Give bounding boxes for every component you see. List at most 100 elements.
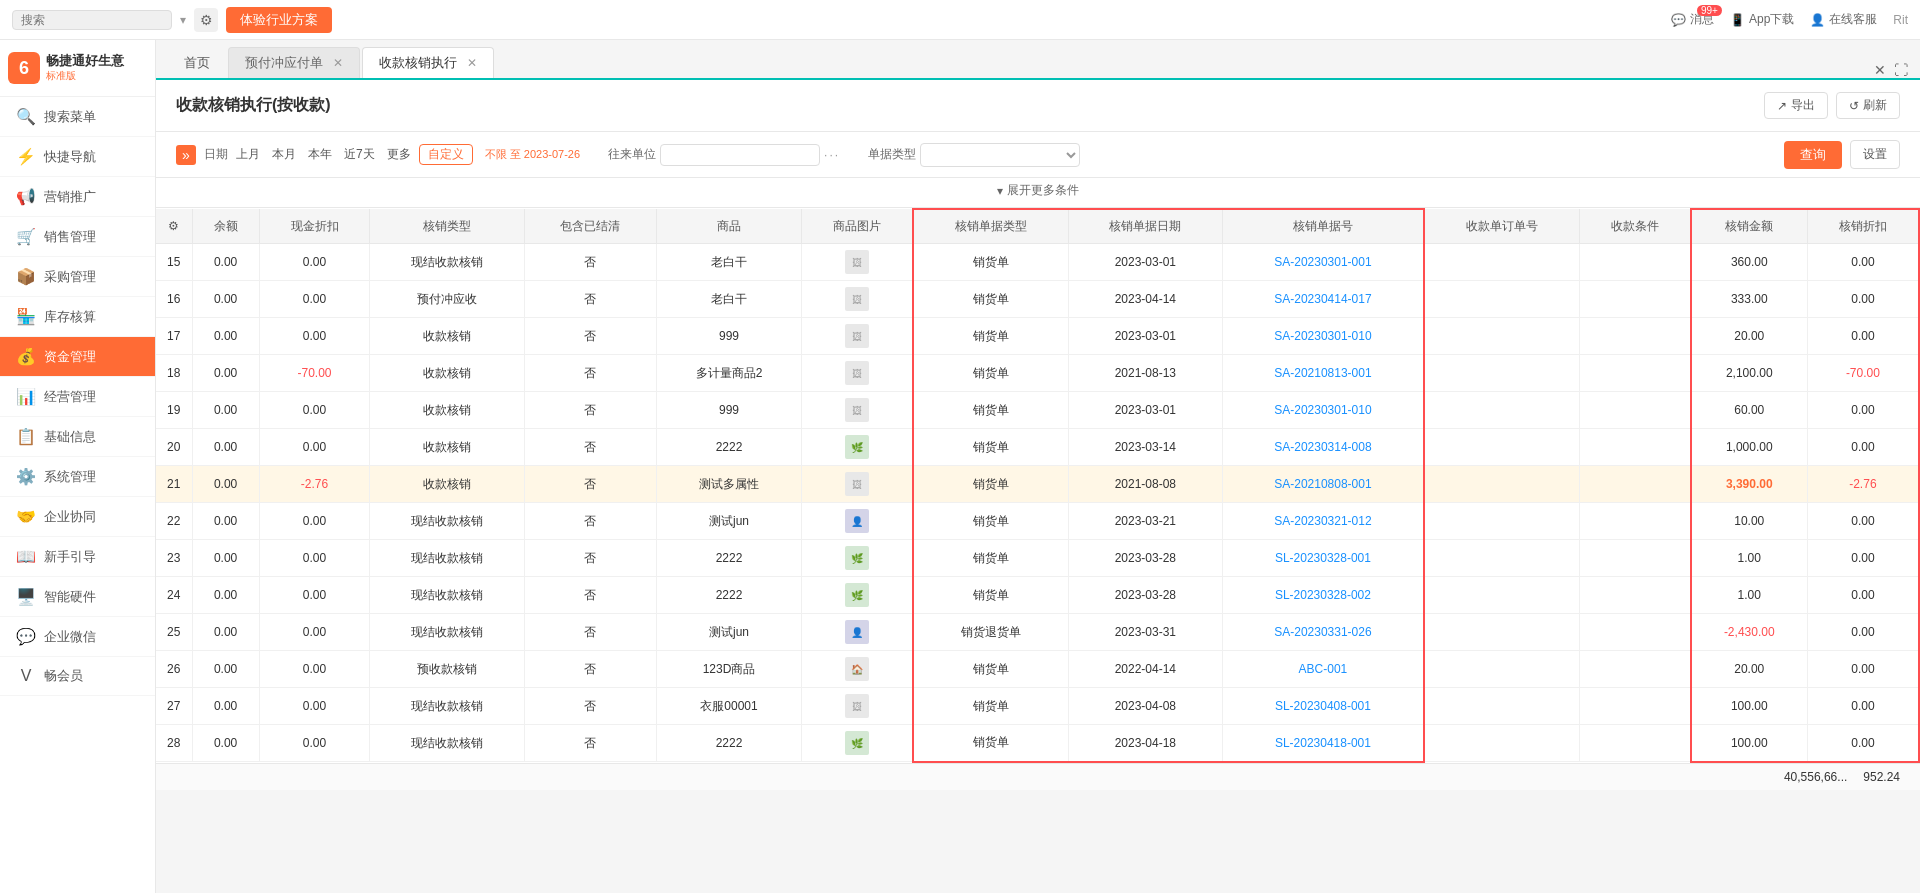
expand-filter-btn[interactable]: ▾ 展开更多条件 — [997, 182, 1079, 199]
writeoff-number-link[interactable]: SL-20230328-002 — [1275, 588, 1371, 602]
writeoff-number-link[interactable]: SA-20230301-010 — [1274, 403, 1371, 417]
online-service-btn[interactable]: 👤 在线客服 — [1810, 11, 1877, 28]
refresh-icon: ↺ — [1849, 99, 1859, 113]
industry-btn[interactable]: 体验行业方案 — [226, 7, 332, 33]
tab-home[interactable]: 首页 — [168, 48, 226, 78]
collab-icon: 🤝 — [16, 507, 36, 526]
cell-receipt-order-no — [1424, 540, 1579, 577]
row-index: 18 — [156, 355, 192, 392]
page-actions: ↗ 导出 ↺ 刷新 — [1764, 92, 1900, 119]
sidebar-item-guide[interactable]: 📖 新手引导 — [0, 537, 155, 577]
row-index: 17 — [156, 318, 192, 355]
sidebar-item-basic[interactable]: 📋 基础信息 — [0, 417, 155, 457]
cell-writeoff-discount: 0.00 — [1807, 540, 1919, 577]
cell-receipt-order-no — [1424, 244, 1579, 281]
sidebar-item-system[interactable]: ⚙️ 系统管理 — [0, 457, 155, 497]
cell-receipt-order-no — [1424, 429, 1579, 466]
settings-btn[interactable]: 设置 — [1850, 140, 1900, 169]
export-btn[interactable]: ↗ 导出 — [1764, 92, 1828, 119]
cell-include-settled: 否 — [524, 577, 657, 614]
date-this-year-btn[interactable]: 本年 — [304, 144, 336, 165]
cell-cash-discount: 0.00 — [259, 540, 370, 577]
cell-writeoff-amount: 1.00 — [1691, 540, 1808, 577]
cell-writeoff-discount: 0.00 — [1807, 614, 1919, 651]
writeoff-number-link[interactable]: SA-20210808-001 — [1274, 477, 1371, 491]
col-settings[interactable]: ⚙ — [156, 209, 192, 244]
cell-receipt-order-no — [1424, 614, 1579, 651]
sidebar-item-marketing[interactable]: 📢 营销推广 — [0, 177, 155, 217]
cell-receipt-condition — [1579, 688, 1691, 725]
sidebar-item-inventory[interactable]: 🏪 库存核算 — [0, 297, 155, 337]
writeoff-number-link[interactable]: SA-20230321-012 — [1274, 514, 1371, 528]
date-7days-btn[interactable]: 近7天 — [340, 144, 379, 165]
maximize-icon[interactable]: ⛶ — [1894, 62, 1908, 78]
writeoff-number-link[interactable]: SA-20230301-010 — [1274, 329, 1371, 343]
sidebar-item-operation[interactable]: 📊 经营管理 — [0, 377, 155, 417]
voucher-type-select[interactable] — [920, 143, 1080, 167]
date-last-month-btn[interactable]: 上月 — [232, 144, 264, 165]
query-btn[interactable]: 查询 — [1784, 141, 1842, 169]
sidebar-item-finance[interactable]: 💰 资金管理 — [0, 337, 155, 377]
cell-product-img: 🖼 — [801, 281, 913, 318]
cell-writeoff-amount: 100.00 — [1691, 688, 1808, 725]
sidebar-item-collab[interactable]: 🤝 企业协同 — [0, 497, 155, 537]
cell-balance: 0.00 — [192, 429, 259, 466]
cell-writeoff-amount: 3,390.00 — [1691, 466, 1808, 503]
date-more-btn[interactable]: 更多 — [383, 144, 415, 165]
cell-receipt-condition — [1579, 577, 1691, 614]
tab-writeoff[interactable]: 收款核销执行 ✕ — [362, 47, 494, 78]
quicknav-icon: ⚡ — [16, 147, 36, 166]
settings-icon[interactable]: ⚙ — [194, 8, 218, 32]
writeoff-number-link[interactable]: ABC-001 — [1299, 662, 1348, 676]
table-container[interactable]: ⚙ 余额 现金折扣 核销类型 包含已结清 商品 商品图片 核销单据类型 核销单据… — [156, 208, 1920, 763]
writeoff-number-link[interactable]: SA-20230314-008 — [1274, 440, 1371, 454]
writeoff-number-link[interactable]: SA-20230414-017 — [1274, 292, 1371, 306]
tab-writeoff-close[interactable]: ✕ — [467, 56, 477, 70]
partner-input[interactable] — [660, 144, 820, 166]
writeoff-number-link[interactable]: SL-20230328-001 — [1275, 551, 1371, 565]
marketing-icon: 📢 — [16, 187, 36, 206]
sidebar-item-hardware[interactable]: 🖥️ 智能硬件 — [0, 577, 155, 617]
cell-receipt-condition — [1579, 281, 1691, 318]
cell-writeoff-type: 收款核销 — [370, 318, 524, 355]
sidebar-item-purchase[interactable]: 📦 采购管理 — [0, 257, 155, 297]
sidebar-item-vip[interactable]: V 畅会员 — [0, 657, 155, 696]
cell-balance: 0.00 — [192, 540, 259, 577]
tab-bar: 首页 预付冲应付单 ✕ 收款核销执行 ✕ ✕ ⛶ — [156, 40, 1920, 80]
table-footer: 40,556,66... 952.24 — [156, 763, 1920, 790]
tab-prepay-close[interactable]: ✕ — [333, 56, 343, 70]
writeoff-number-link[interactable]: SA-20230331-026 — [1274, 625, 1371, 639]
message-btn[interactable]: 💬 消息 99+ — [1671, 11, 1714, 28]
app-download-btn[interactable]: 📱 App下载 — [1730, 11, 1794, 28]
sidebar-item-wechat[interactable]: 💬 企业微信 — [0, 617, 155, 657]
sidebar-item-sales[interactable]: 🛒 销售管理 — [0, 217, 155, 257]
cell-writeoff-number: SL-20230418-001 — [1223, 725, 1424, 762]
cell-product-img: 🖼 — [801, 392, 913, 429]
search-input[interactable] — [12, 10, 172, 30]
date-this-month-btn[interactable]: 本月 — [268, 144, 300, 165]
date-custom-btn[interactable]: 自定义 — [419, 144, 473, 165]
cell-writeoff-date: 2023-03-01 — [1068, 392, 1222, 429]
dropdown-arrow-icon[interactable]: ▾ — [180, 13, 186, 27]
writeoff-number-link[interactable]: SL-20230418-001 — [1275, 736, 1371, 750]
refresh-btn[interactable]: ↺ 刷新 — [1836, 92, 1900, 119]
writeoff-number-link[interactable]: SL-20230408-001 — [1275, 699, 1371, 713]
sidebar-item-quicknav[interactable]: ⚡ 快捷导航 — [0, 137, 155, 177]
cell-cash-discount: 0.00 — [259, 244, 370, 281]
close-window-icon[interactable]: ✕ — [1874, 62, 1886, 78]
writeoff-number-link[interactable]: SA-20230301-001 — [1274, 255, 1371, 269]
cell-receipt-order-no — [1424, 466, 1579, 503]
cell-writeoff-voucher-type: 销货单 — [913, 355, 1068, 392]
filter-toggle-btn[interactable]: » — [176, 145, 196, 165]
export-icon: ↗ — [1777, 99, 1787, 113]
table-header-row: ⚙ 余额 现金折扣 核销类型 包含已结清 商品 商品图片 核销单据类型 核销单据… — [156, 209, 1919, 244]
table-row: 19 0.00 0.00 收款核销 否 999 🖼 销货单 2023-03-01… — [156, 392, 1919, 429]
sidebar-logo: 6 畅捷通好生意 标准版 — [0, 40, 155, 97]
cell-writeoff-type: 现结收款核销 — [370, 614, 524, 651]
tab-prepay[interactable]: 预付冲应付单 ✕ — [228, 47, 360, 78]
cell-writeoff-date: 2023-04-14 — [1068, 281, 1222, 318]
cell-writeoff-type: 收款核销 — [370, 466, 524, 503]
writeoff-number-link[interactable]: SA-20210813-001 — [1274, 366, 1371, 380]
product-thumb: 🏠 — [845, 657, 869, 681]
sidebar-item-search[interactable]: 🔍 搜索菜单 — [0, 97, 155, 137]
